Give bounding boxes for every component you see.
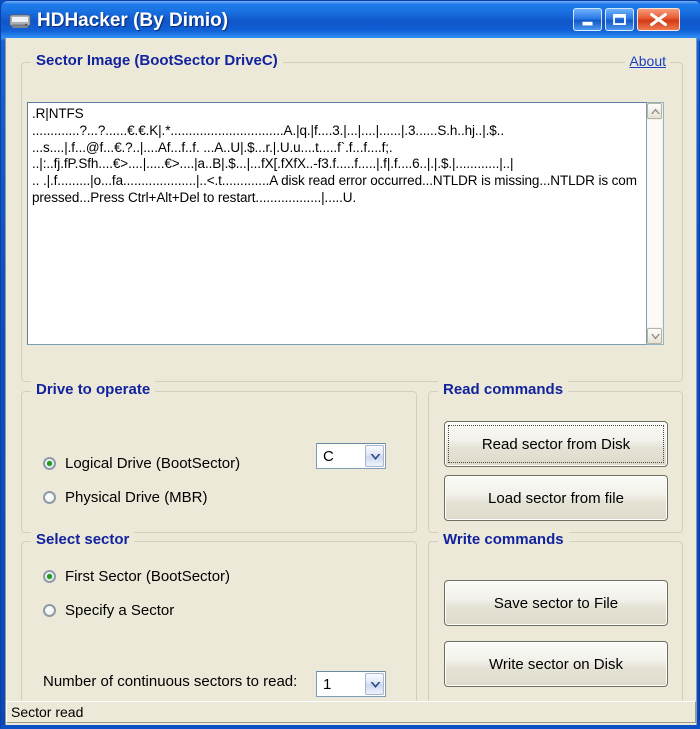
chevron-down-icon[interactable] [365, 673, 384, 695]
radio-physical-drive[interactable]: Physical Drive (MBR) [43, 489, 208, 506]
radio-specify-sector[interactable]: Specify a Sector [43, 602, 174, 619]
scrollbar-track[interactable] [647, 120, 662, 327]
sector-image-textarea[interactable]: .R|NTFS .............?...?......€.€.K|.*… [27, 102, 647, 345]
status-bar-text: Sector read [11, 704, 84, 720]
chevron-down-icon[interactable] [365, 445, 384, 467]
drive-letter-combobox[interactable]: C [316, 443, 386, 469]
load-sector-from-file-button[interactable]: Load sector from file [444, 475, 668, 521]
write-sector-on-disk-button[interactable]: Write sector on Disk [444, 641, 668, 687]
titlebar-highlight [1, 1, 700, 4]
select-sector-group-title: Select sector [31, 531, 135, 548]
sector-image-group-title: Sector Image (BootSector DriveC) [31, 52, 283, 69]
title-bar[interactable]: HDHacker (By Dimio) [1, 1, 700, 41]
sector-image-scrollbar[interactable] [647, 102, 664, 345]
radio-first-sector[interactable]: First Sector (BootSector) [43, 568, 230, 585]
scroll-down-arrow-icon[interactable] [647, 328, 662, 344]
read-commands-group-title: Read commands [438, 381, 569, 398]
status-bar: Sector read [6, 701, 696, 723]
close-button[interactable] [637, 8, 680, 31]
save-sector-to-file-button[interactable]: Save sector to File [444, 580, 668, 626]
radio-specify-sector-indicator [43, 604, 56, 617]
radio-logical-drive-label: Logical Drive (BootSector) [65, 455, 241, 472]
write-sector-on-disk-label: Write sector on Disk [489, 655, 623, 673]
harddisk-icon [9, 12, 31, 30]
sector-image-text: .R|NTFS .............?...?......€.€.K|.*… [32, 106, 637, 205]
application-window: HDHacker (By Dimio) Sector Image (BootSe… [0, 0, 700, 729]
save-sector-to-file-label: Save sector to File [493, 594, 619, 612]
read-sector-from-disk-label: Read sector from Disk [481, 435, 631, 453]
radio-logical-drive-indicator [43, 457, 56, 470]
about-link[interactable]: About [625, 53, 670, 69]
radio-first-sector-label: First Sector (BootSector) [65, 568, 231, 585]
radio-physical-drive-indicator [43, 491, 56, 504]
num-sectors-combobox[interactable]: 1 [316, 671, 386, 697]
num-continuous-sectors-label: Number of continuous sectors to read: [43, 673, 298, 690]
radio-logical-drive[interactable]: Logical Drive (BootSector) [43, 455, 240, 472]
num-sectors-value: 1 [323, 675, 332, 693]
window-title: HDHacker (By Dimio) [37, 10, 229, 31]
scroll-up-arrow-icon[interactable] [647, 103, 662, 119]
read-sector-from-disk-button[interactable]: Read sector from Disk [444, 421, 668, 467]
client-area: Sector Image (BootSector DriveC) About .… [5, 38, 697, 725]
window-bottom-edge [1, 725, 700, 729]
write-commands-group-title: Write commands [438, 531, 569, 548]
drive-to-operate-group-title: Drive to operate [31, 381, 156, 398]
maximize-button[interactable] [605, 8, 634, 31]
load-sector-from-file-label: Load sector from file [488, 489, 624, 507]
radio-physical-drive-label: Physical Drive (MBR) [65, 489, 208, 506]
radio-specify-sector-label: Specify a Sector [65, 602, 175, 619]
radio-first-sector-indicator [43, 570, 56, 583]
drive-letter-value: C [323, 447, 334, 465]
minimize-button[interactable] [573, 8, 602, 31]
